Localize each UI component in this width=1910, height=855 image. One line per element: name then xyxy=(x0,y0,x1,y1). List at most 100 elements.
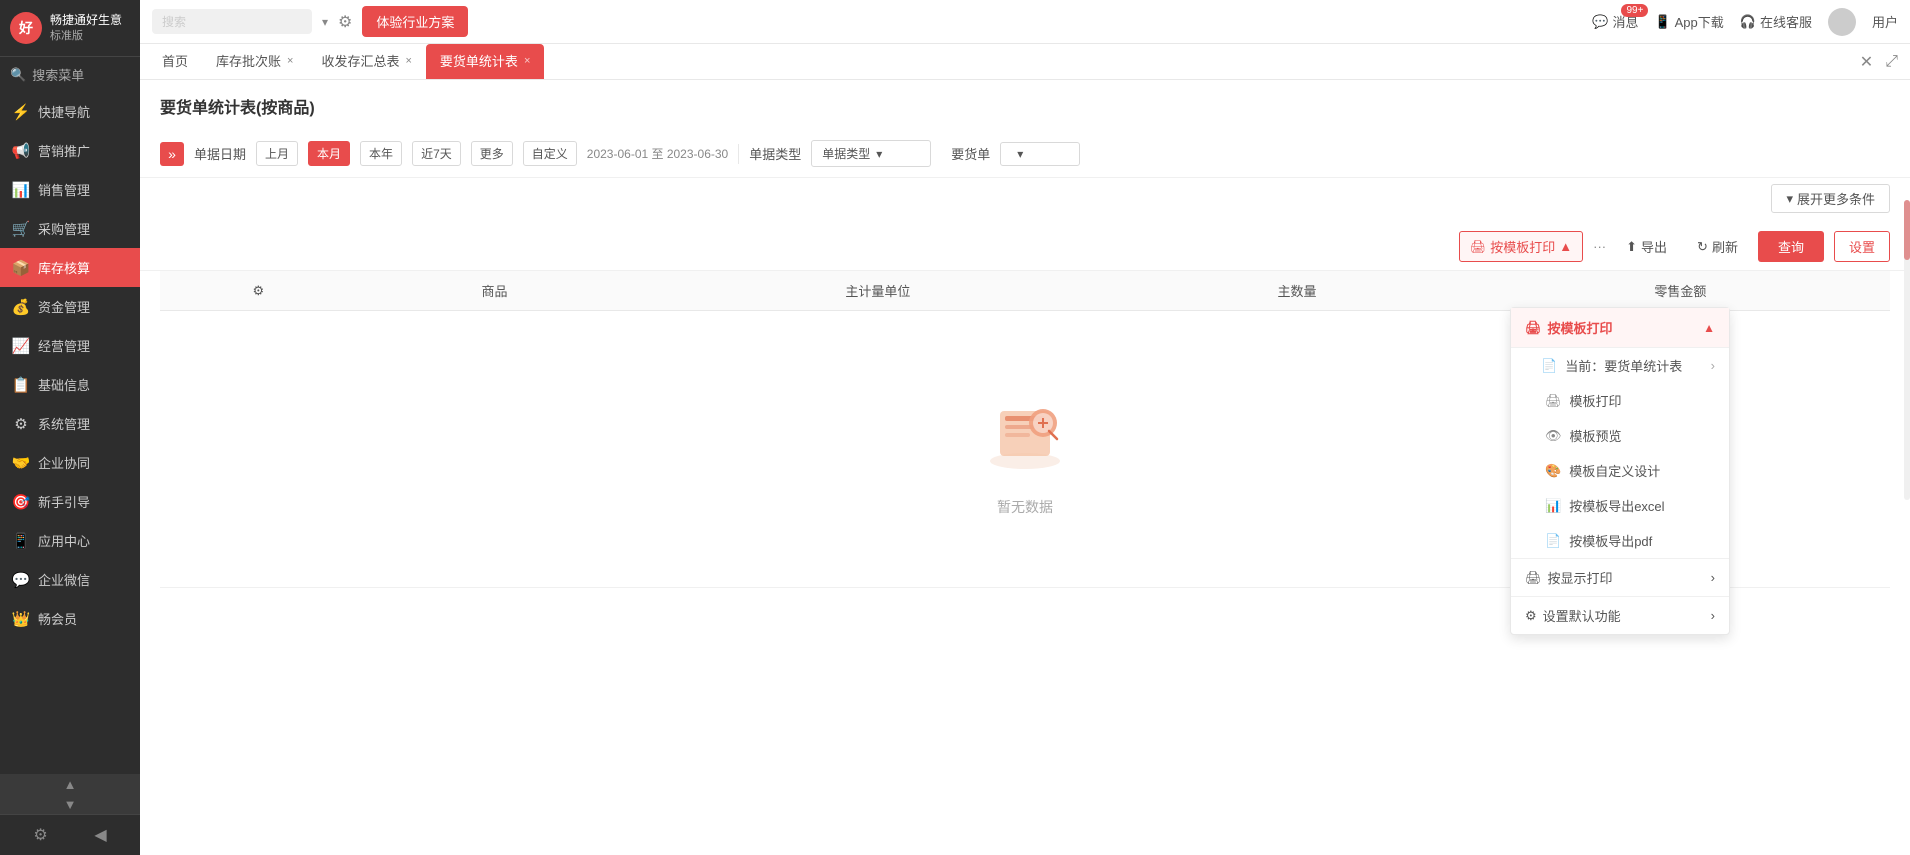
online-service-btn[interactable]: 🎧 在线客服 xyxy=(1740,12,1812,31)
app-center-icon: 📱 xyxy=(12,532,30,550)
operations-icon: 📈 xyxy=(12,337,30,355)
display-print-arrow: › xyxy=(1711,570,1715,585)
sidebar-item-basic-info[interactable]: 📋 基础信息 xyxy=(0,365,140,404)
toolbar-more-btn[interactable]: ··· xyxy=(1593,239,1606,254)
sidebar-footer: ⚙ ◀ xyxy=(0,814,140,855)
topbar: 搜索 ▾ ⚙ 体验行业方案 💬 消息 99+ 📱 App下载 🎧 在线客服 用户 xyxy=(140,0,1910,44)
doc-type-placeholder: 单据类型 xyxy=(822,145,870,162)
topbar-gear-icon[interactable]: ⚙ xyxy=(338,12,352,32)
settings-btn[interactable]: 设置 xyxy=(1834,231,1890,262)
sidebar-item-enterprise-wechat[interactable]: 💬 企业微信 xyxy=(0,560,140,599)
date-range: 2023-06-01 至 2023-06-30 xyxy=(587,145,728,162)
current-template-item[interactable]: 📄 当前：要货单统计表 › xyxy=(1511,348,1729,383)
date-btn-last-7-days[interactable]: 近7天 xyxy=(412,141,461,166)
sidebar-logo: 好 畅捷通好生意 标准版 xyxy=(0,0,140,57)
print-dropdown: 🖨 按模板打印 ▲ 📄 当前：要货单统计表 › 🖨 模板打印 👁 模板预览 🎨 xyxy=(1510,307,1730,635)
dropdown-item-template-design[interactable]: 🎨 模板自定义设计 xyxy=(1511,453,1729,488)
message-icon: 💬 xyxy=(1592,14,1608,30)
tab-order-stats[interactable]: 要货单统计表 × xyxy=(426,44,544,79)
dropdown-title: 按模板打印 xyxy=(1548,318,1613,337)
refresh-btn[interactable]: ↻ 刷新 xyxy=(1687,232,1748,261)
sidebar-search-btn[interactable]: 🔍 搜索菜单 xyxy=(0,57,140,92)
table-col-retail-amount: 零售金额 xyxy=(1471,271,1890,311)
table-col-settings[interactable]: ⚙ xyxy=(160,271,357,311)
topbar-right: 💬 消息 99+ 📱 App下载 🎧 在线客服 用户 xyxy=(1592,8,1898,36)
export-excel-icon: 📊 xyxy=(1545,498,1561,514)
sidebar-item-new-guide[interactable]: 🎯 新手引导 xyxy=(0,482,140,521)
sidebar-item-marketing[interactable]: 📢 营销推广 xyxy=(0,131,140,170)
print-template-btn[interactable]: 🖨 按模板打印 ▲ xyxy=(1459,231,1583,262)
date-btn-this-month[interactable]: 本月 xyxy=(308,141,350,166)
app-download-btn[interactable]: 📱 App下载 xyxy=(1654,12,1723,31)
sidebar-scroll-down[interactable]: ▼ xyxy=(0,794,140,814)
dropdown-item-export-excel[interactable]: 📊 按模板导出excel xyxy=(1511,488,1729,523)
messages-btn[interactable]: 💬 消息 99+ xyxy=(1592,12,1638,31)
sidebar-item-finance[interactable]: 💰 资金管理 xyxy=(0,287,140,326)
template-preview-icon: 👁 xyxy=(1545,428,1562,444)
doc-type-select[interactable]: 单据类型 ▾ xyxy=(811,140,931,167)
doc-type-dropdown-icon: ▾ xyxy=(876,147,882,161)
new-guide-icon: 🎯 xyxy=(12,493,30,511)
display-print-group[interactable]: 🖨 按显示打印 › xyxy=(1511,558,1729,596)
tab-receipt-summary[interactable]: 收发存汇总表 × xyxy=(307,44,425,79)
sidebar-item-operations[interactable]: 📈 经营管理 xyxy=(0,326,140,365)
enterprise-wechat-icon: 💬 xyxy=(12,571,30,589)
tab-close-receipt-summary[interactable]: × xyxy=(405,55,411,67)
empty-text: 暂无数据 xyxy=(997,497,1053,517)
filter-expand-btn[interactable]: » xyxy=(160,142,184,166)
sidebar: 好 畅捷通好生意 标准版 🔍 搜索菜单 ⚡ 快捷导航 📢 营销推广 📊 销售管理… xyxy=(0,0,140,855)
sidebar-item-system[interactable]: ⚙ 系统管理 xyxy=(0,404,140,443)
sidebar-settings-icon[interactable]: ⚙ xyxy=(33,825,47,845)
default-setting-group[interactable]: ⚙ 设置默认功能 › xyxy=(1511,596,1729,634)
sidebar-item-purchase[interactable]: 🛒 采购管理 xyxy=(0,209,140,248)
expand-more-btn[interactable]: ▾ 展开更多条件 xyxy=(1771,184,1890,213)
current-template-icon: 📄 xyxy=(1541,358,1557,374)
dropdown-item-export-pdf[interactable]: 📄 按模板导出pdf xyxy=(1511,523,1729,558)
refresh-icon: ↻ xyxy=(1697,239,1708,255)
sidebar-item-sales[interactable]: 📊 销售管理 xyxy=(0,170,140,209)
print-dropdown-arrow-up: ▲ xyxy=(1559,239,1572,254)
date-btn-custom[interactable]: 自定义 xyxy=(523,141,577,166)
sidebar-item-quick-nav[interactable]: ⚡ 快捷导航 xyxy=(0,92,140,131)
search-icon: 🔍 xyxy=(10,67,26,83)
query-btn[interactable]: 查询 xyxy=(1758,231,1824,262)
close-all-tabs-btn[interactable]: ✕ xyxy=(1856,48,1877,76)
sidebar-item-inventory[interactable]: 📦 库存核算 xyxy=(0,248,140,287)
table-settings-icon[interactable]: ⚙ xyxy=(252,283,264,298)
date-label: 单据日期 xyxy=(194,144,246,163)
topbar-dropdown-icon[interactable]: ▾ xyxy=(322,15,328,29)
tab-inventory-batch[interactable]: 库存批次账 × xyxy=(202,44,307,79)
sidebar-scroll-up[interactable]: ▲ xyxy=(0,774,140,794)
table-col-unit: 主计量单位 xyxy=(632,271,1123,311)
date-btn-this-year[interactable]: 本年 xyxy=(360,141,402,166)
expand-more-icon: ▾ xyxy=(1786,191,1793,207)
date-btn-more[interactable]: 更多 xyxy=(471,141,513,166)
tab-close-inventory-batch[interactable]: × xyxy=(287,55,293,67)
user-name: 用户 xyxy=(1872,12,1898,31)
sidebar-item-enterprise[interactable]: 🤝 企业协同 xyxy=(0,443,140,482)
basic-info-icon: 📋 xyxy=(12,376,30,394)
sidebar-nav: ⚡ 快捷导航 📢 营销推广 📊 销售管理 🛒 采购管理 📦 库存核算 💰 资金管… xyxy=(0,92,140,774)
sidebar-item-member[interactable]: 👑 畅会员 xyxy=(0,599,140,638)
dropdown-item-template-preview[interactable]: 👁 模板预览 xyxy=(1511,418,1729,453)
tab-home[interactable]: 首页 xyxy=(148,44,202,79)
dropdown-item-template-print[interactable]: 🖨 模板打印 xyxy=(1511,383,1729,418)
print-icon: 🖨 xyxy=(1470,239,1487,255)
user-avatar[interactable] xyxy=(1828,8,1856,36)
sidebar-collapse-icon[interactable]: ◀ xyxy=(94,825,106,845)
sales-icon: 📊 xyxy=(12,181,30,199)
filter-separator xyxy=(738,144,739,164)
maximize-btn[interactable]: ⤢ xyxy=(1881,49,1902,75)
print-dropdown-header-icon: 🖨 xyxy=(1525,320,1542,336)
experience-btn[interactable]: 体验行业方案 xyxy=(362,6,468,37)
scrollbar-y[interactable] xyxy=(1904,200,1910,500)
dropdown-close-arrow[interactable]: ▲ xyxy=(1703,321,1715,335)
export-btn[interactable]: ⬆ 导出 xyxy=(1616,232,1677,261)
purchase-icon: 🛒 xyxy=(12,220,30,238)
order-status-select[interactable]: ▾ xyxy=(1000,142,1080,166)
tab-close-order-stats[interactable]: × xyxy=(524,55,530,67)
date-btn-last-month[interactable]: 上月 xyxy=(256,141,298,166)
tabs-extra: ✕ ⤢ xyxy=(1856,44,1902,79)
member-icon: 👑 xyxy=(12,610,30,628)
sidebar-item-app-center[interactable]: 📱 应用中心 xyxy=(0,521,140,560)
